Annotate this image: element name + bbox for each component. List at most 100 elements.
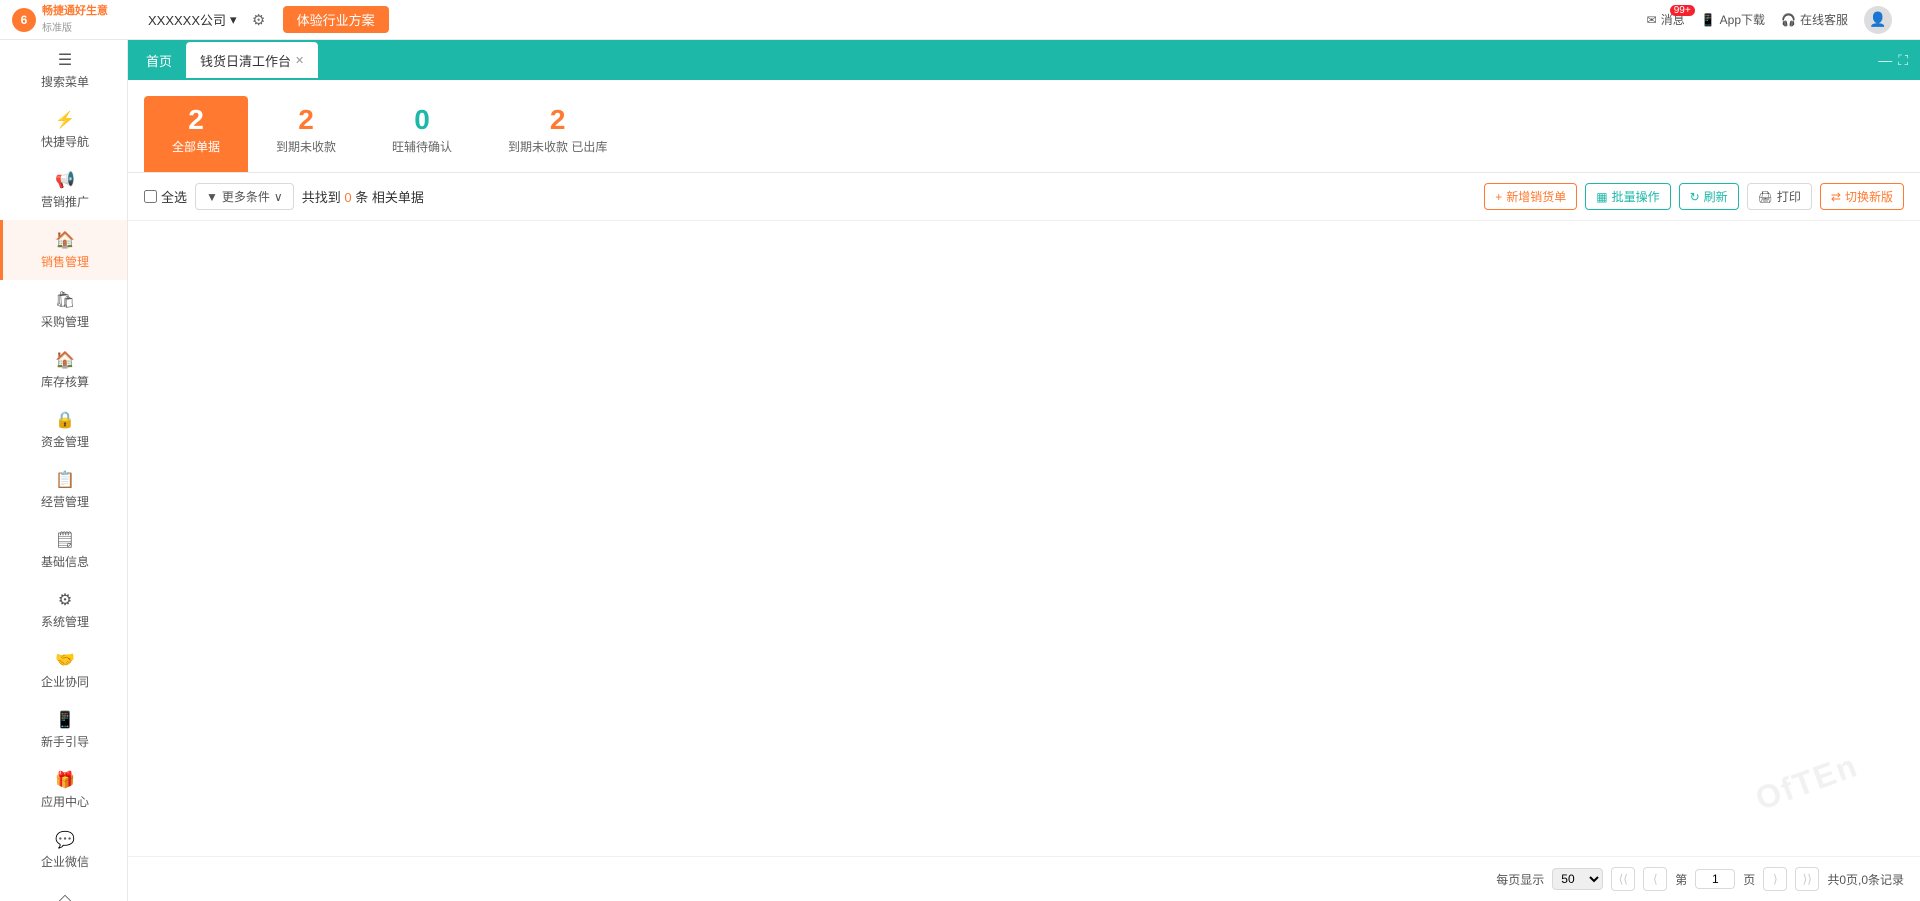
page-label-end: 页	[1743, 871, 1755, 888]
sidebar-item-member[interactable]: ◇ 畅会员	[0, 880, 127, 901]
page-first-button[interactable]: ⟨⟨	[1611, 867, 1635, 891]
print-button[interactable]: 🖨 打印	[1747, 183, 1812, 210]
batch-label: 批量操作	[1612, 188, 1660, 205]
switch-label: 切换新版	[1845, 188, 1893, 205]
sidebar-item-marketing[interactable]: 📢 营销推广	[0, 160, 127, 220]
select-all-checkbox[interactable]: 全选	[144, 187, 187, 206]
more-filter-label: 更多条件	[222, 188, 270, 205]
page-next-button[interactable]: ⟩	[1763, 867, 1787, 891]
sidebar-item-finance[interactable]: 🔒 资金管理	[0, 400, 127, 460]
sidebar-icon-weixin: 💬	[55, 830, 75, 850]
trial-button[interactable]: 体验行业方案	[283, 6, 389, 33]
sidebar-item-system[interactable]: ⚙ 系统管理	[0, 580, 127, 640]
sidebar-icon-finance: 🔒	[55, 410, 75, 430]
sidebar-item-purchase[interactable]: 🛍 采购管理	[0, 280, 127, 340]
logo-area: 6 畅捷通好生意 标准版	[12, 5, 140, 33]
stat-num-overdue: 2	[298, 106, 314, 134]
select-all-input[interactable]	[144, 190, 157, 203]
stat-label-overdue_out: 到期未收款 已出库	[508, 138, 607, 155]
avatar[interactable]: 👤	[1864, 6, 1892, 34]
tab-home[interactable]: 首页	[132, 42, 186, 78]
select-all-label: 全选	[161, 187, 187, 206]
toolbar-left: 全选 ▼ 更多条件 ∨ 共找到 0 条 相关单据	[144, 183, 1474, 210]
sidebar-item-inventory[interactable]: 🏠 库存核算	[0, 340, 127, 400]
stat-card-all[interactable]: 2 全部单据	[144, 96, 248, 172]
company-name: XXXXXX公司	[148, 10, 226, 29]
page-input[interactable]	[1695, 869, 1735, 889]
sidebar-label-apps: 应用中心	[41, 793, 89, 810]
tab-maximize-icon[interactable]: ⛶	[1898, 52, 1908, 69]
sidebar-item-apps[interactable]: 🎁 应用中心	[0, 760, 127, 820]
stats-row: 2 全部单据 2 到期未收款 0 旺辅待确认 2 到期未收款 已出库	[128, 80, 1920, 173]
toolbar-right: + 新增销货单 ▦ 批量操作 ↻ 刷新 🖨 打印 ⇄ 切换新版	[1484, 183, 1904, 210]
gear-icon: ⚙	[252, 11, 265, 29]
more-filter-button[interactable]: ▼ 更多条件 ∨	[195, 183, 294, 210]
tab-home-label: 首页	[146, 51, 172, 70]
tab-close-icon[interactable]: ✕	[295, 54, 304, 67]
message-icon: ✉	[1647, 13, 1657, 27]
sidebar-label-marketing: 营销推广	[41, 193, 89, 210]
add-sales-button[interactable]: + 新增销货单	[1484, 183, 1577, 210]
sidebar-item-search-menu[interactable]: ☰ 搜索菜单	[0, 40, 127, 100]
filter-chevron-icon: ∨	[274, 190, 283, 204]
company-chevron-icon: ▾	[230, 12, 237, 28]
sidebar: ☰ 搜索菜单 ⚡ 快捷导航 📢 营销推广 🏠 销售管理 🛍 采购管理 🏠 库存核…	[0, 40, 128, 901]
batch-operation-button[interactable]: ▦ 批量操作	[1585, 183, 1670, 210]
online-service-button[interactable]: 🎧 在线客服	[1781, 11, 1848, 28]
toolbar: 全选 ▼ 更多条件 ∨ 共找到 0 条 相关单据 + 新增销货单	[128, 173, 1920, 221]
stat-card-overdue[interactable]: 2 到期未收款	[248, 96, 364, 172]
logo-icon: 6	[12, 8, 36, 32]
logo-sub: 标准版	[42, 19, 108, 34]
sidebar-item-partner[interactable]: 🤝 企业协同	[0, 640, 127, 700]
sidebar-label-sales: 销售管理	[41, 253, 89, 270]
settings-button[interactable]: ⚙	[245, 6, 273, 34]
switch-version-button[interactable]: ⇄ 切换新版	[1820, 183, 1904, 210]
sidebar-icon-guide: 📱	[55, 710, 75, 730]
count-suffix: 相关单据	[372, 190, 424, 205]
page-size-select[interactable]: 2050100	[1552, 868, 1603, 890]
sidebar-label-search-menu: 搜索菜单	[41, 73, 89, 90]
sidebar-icon-purchase: 🛍	[55, 290, 75, 310]
switch-icon: ⇄	[1831, 190, 1841, 204]
add-sales-label: 新增销货单	[1506, 188, 1566, 205]
header-right: ✉ 消息 99+ 📱 App下载 🎧 在线客服 👤	[1647, 6, 1908, 34]
stat-label-pending: 旺辅待确认	[392, 138, 452, 155]
add-icon: +	[1495, 190, 1502, 204]
sidebar-icon-apps: 🎁	[55, 770, 75, 790]
tab-minimize-icon[interactable]: —	[1878, 52, 1892, 69]
sidebar-icon-sales: 🏠	[55, 230, 75, 250]
stat-card-overdue_out[interactable]: 2 到期未收款 已出库	[480, 96, 635, 172]
count-prefix: 共找到	[302, 190, 341, 205]
tab-work[interactable]: 钱货日清工作台 ✕	[186, 42, 318, 78]
tab-work-label: 钱货日清工作台	[200, 51, 291, 70]
sidebar-icon-inventory: 🏠	[55, 350, 75, 370]
page-last-button[interactable]: ⟩⟩	[1795, 867, 1819, 891]
stat-card-pending[interactable]: 0 旺辅待确认	[364, 96, 480, 172]
refresh-button[interactable]: ↻ 刷新	[1679, 183, 1739, 210]
app-download-button[interactable]: 📱 App下载	[1701, 11, 1765, 28]
page-label: 第	[1675, 871, 1687, 888]
message-button[interactable]: ✉ 消息 99+	[1647, 11, 1685, 28]
online-service-label: 在线客服	[1800, 11, 1848, 28]
sidebar-item-weixin[interactable]: 💬 企业微信	[0, 820, 127, 880]
page-prev-button[interactable]: ⟨	[1643, 867, 1667, 891]
sidebar-item-sales[interactable]: 🏠 销售管理	[0, 220, 127, 280]
stat-label-all: 全部单据	[172, 138, 220, 155]
table-area	[128, 221, 1920, 856]
sidebar-label-quick-nav: 快捷导航	[41, 133, 89, 150]
sidebar-item-operation[interactable]: 📋 经营管理	[0, 460, 127, 520]
content-inner: 2 全部单据 2 到期未收款 0 旺辅待确认 2 到期未收款 已出库 全选 ▼ …	[128, 80, 1920, 901]
app-download-label: App下载	[1720, 11, 1765, 28]
sidebar-icon-basic: 🗒	[55, 530, 75, 550]
logo-text: 畅捷通好生意	[42, 5, 108, 18]
sidebar-label-guide: 新手引导	[41, 733, 89, 750]
refresh-label: 刷新	[1704, 188, 1728, 205]
sidebar-item-guide[interactable]: 📱 新手引导	[0, 700, 127, 760]
company-selector[interactable]: XXXXXX公司 ▾	[148, 10, 237, 29]
print-label: 打印	[1777, 188, 1801, 205]
sidebar-item-basic[interactable]: 🗒 基础信息	[0, 520, 127, 580]
pagination-bar: 每页显示 2050100 ⟨⟨ ⟨ 第 页 ⟩ ⟩⟩ 共0页,0条记录	[128, 856, 1920, 901]
sidebar-item-quick-nav[interactable]: ⚡ 快捷导航	[0, 100, 127, 160]
stat-label-overdue: 到期未收款	[276, 138, 336, 155]
sidebar-label-finance: 资金管理	[41, 433, 89, 450]
